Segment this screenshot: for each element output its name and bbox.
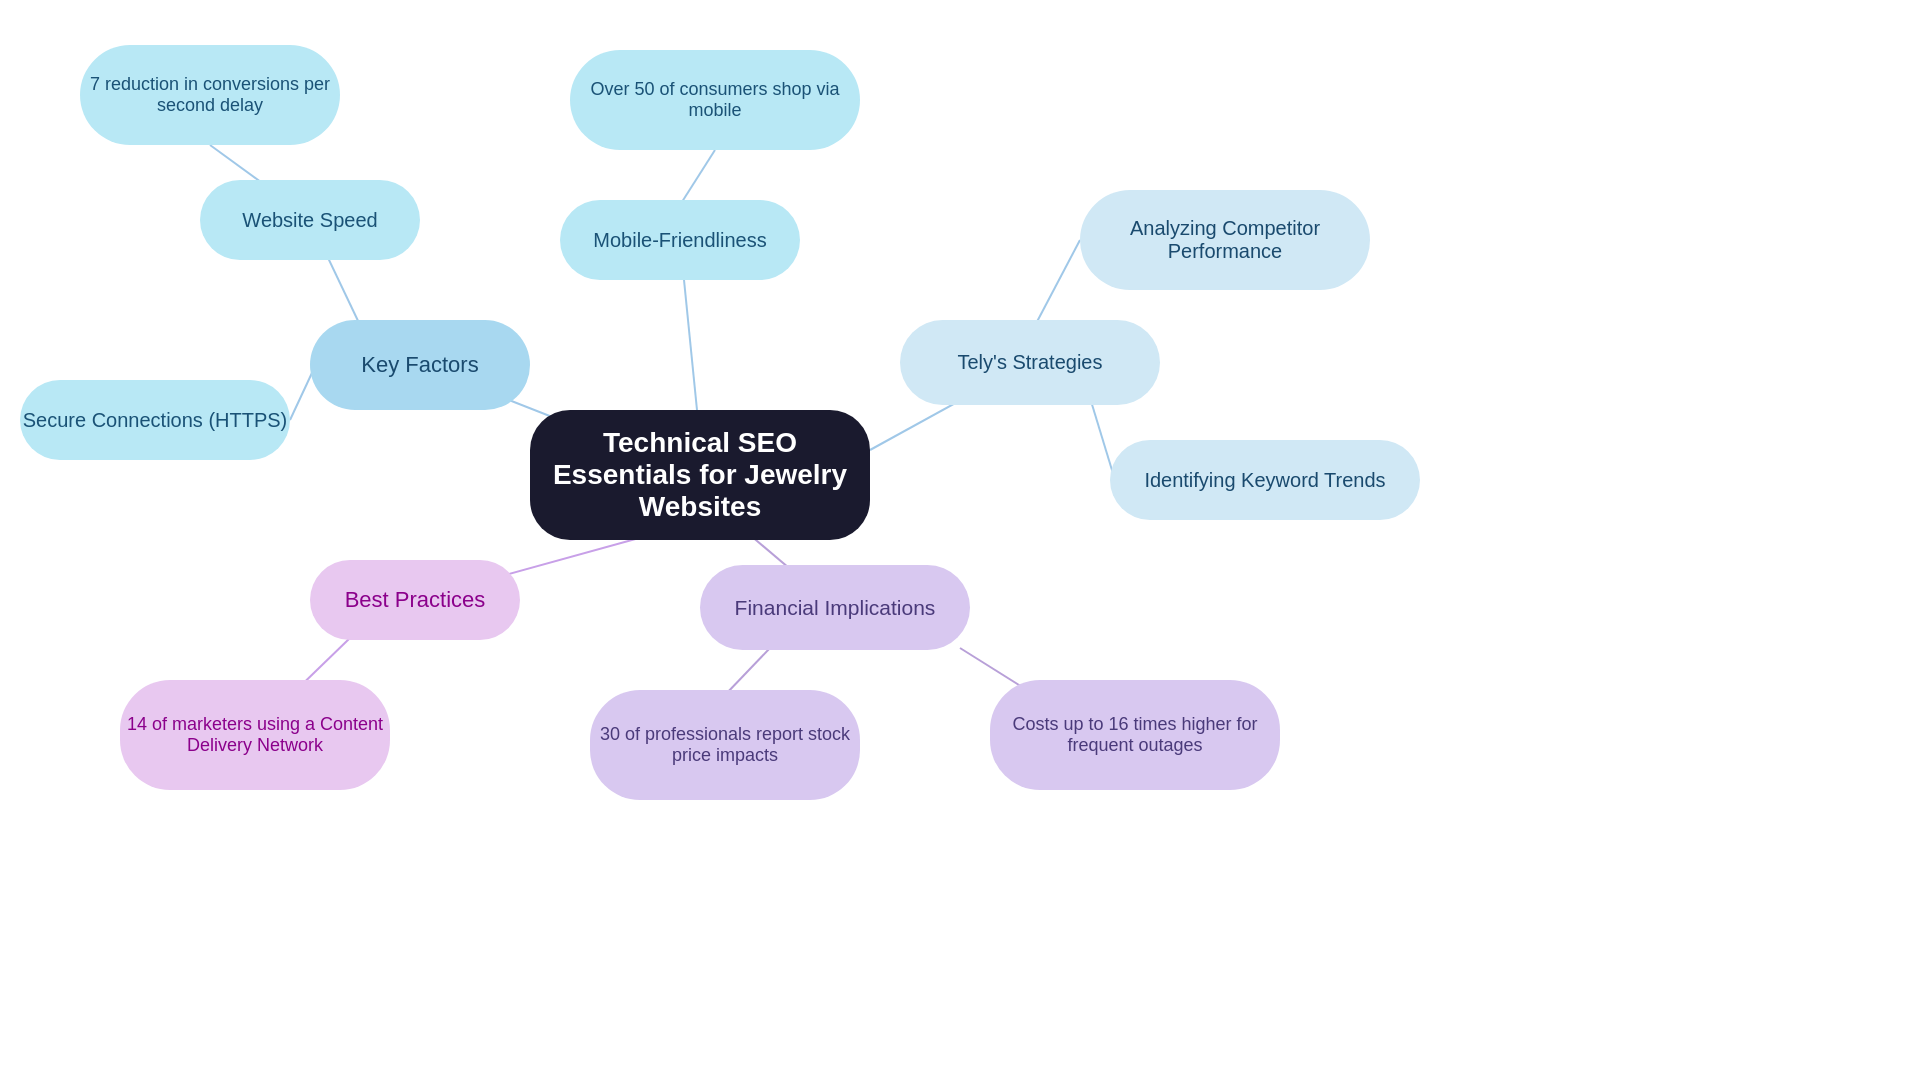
- center-label: Technical SEO Essentials for Jewelry Web…: [530, 427, 870, 523]
- mobile-friendliness-node: Mobile-Friendliness: [560, 200, 800, 280]
- best-practices-label: Best Practices: [345, 587, 486, 613]
- tely-node: Tely's Strategies: [900, 320, 1160, 405]
- svg-line-12: [725, 648, 770, 695]
- tely-label: Tely's Strategies: [958, 351, 1103, 374]
- secure-label: Secure Connections (HTTPS): [23, 409, 288, 432]
- costs-node: Costs up to 16 times higher for frequent…: [990, 680, 1280, 790]
- financial-label: Financial Implications: [735, 596, 936, 620]
- professionals-node: 30 of professionals report stock price i…: [590, 690, 860, 800]
- over50-label: Over 50 of consumers shop via mobile: [570, 79, 860, 121]
- key-factors-node: Key Factors: [310, 320, 530, 410]
- reduction-node: 7 reduction in conversions per second de…: [80, 45, 340, 145]
- center-node: Technical SEO Essentials for Jewelry Web…: [530, 410, 870, 540]
- professionals-label: 30 of professionals report stock price i…: [590, 724, 860, 766]
- mobile-friendliness-label: Mobile-Friendliness: [593, 229, 766, 252]
- key-factors-label: Key Factors: [361, 352, 478, 378]
- reduction-label: 7 reduction in conversions per second de…: [80, 74, 340, 116]
- svg-line-5: [680, 150, 715, 205]
- website-speed-label: Website Speed: [242, 209, 377, 232]
- marketers-label: 14 of marketers using a Content Delivery…: [120, 714, 390, 756]
- financial-node: Financial Implications: [700, 565, 970, 650]
- website-speed-node: Website Speed: [200, 180, 420, 260]
- keyword-node: Identifying Keyword Trends: [1110, 440, 1420, 520]
- costs-label: Costs up to 16 times higher for frequent…: [990, 714, 1280, 756]
- over50-node: Over 50 of consumers shop via mobile: [570, 50, 860, 150]
- best-practices-node: Best Practices: [310, 560, 520, 640]
- competitor-node: Analyzing Competitor Performance: [1080, 190, 1370, 290]
- svg-line-2: [210, 145, 265, 185]
- secure-node: Secure Connections (HTTPS): [20, 380, 290, 460]
- competitor-label: Analyzing Competitor Performance: [1080, 217, 1370, 263]
- marketers-node: 14 of marketers using a Content Delivery…: [120, 680, 390, 790]
- keyword-label: Identifying Keyword Trends: [1144, 469, 1385, 492]
